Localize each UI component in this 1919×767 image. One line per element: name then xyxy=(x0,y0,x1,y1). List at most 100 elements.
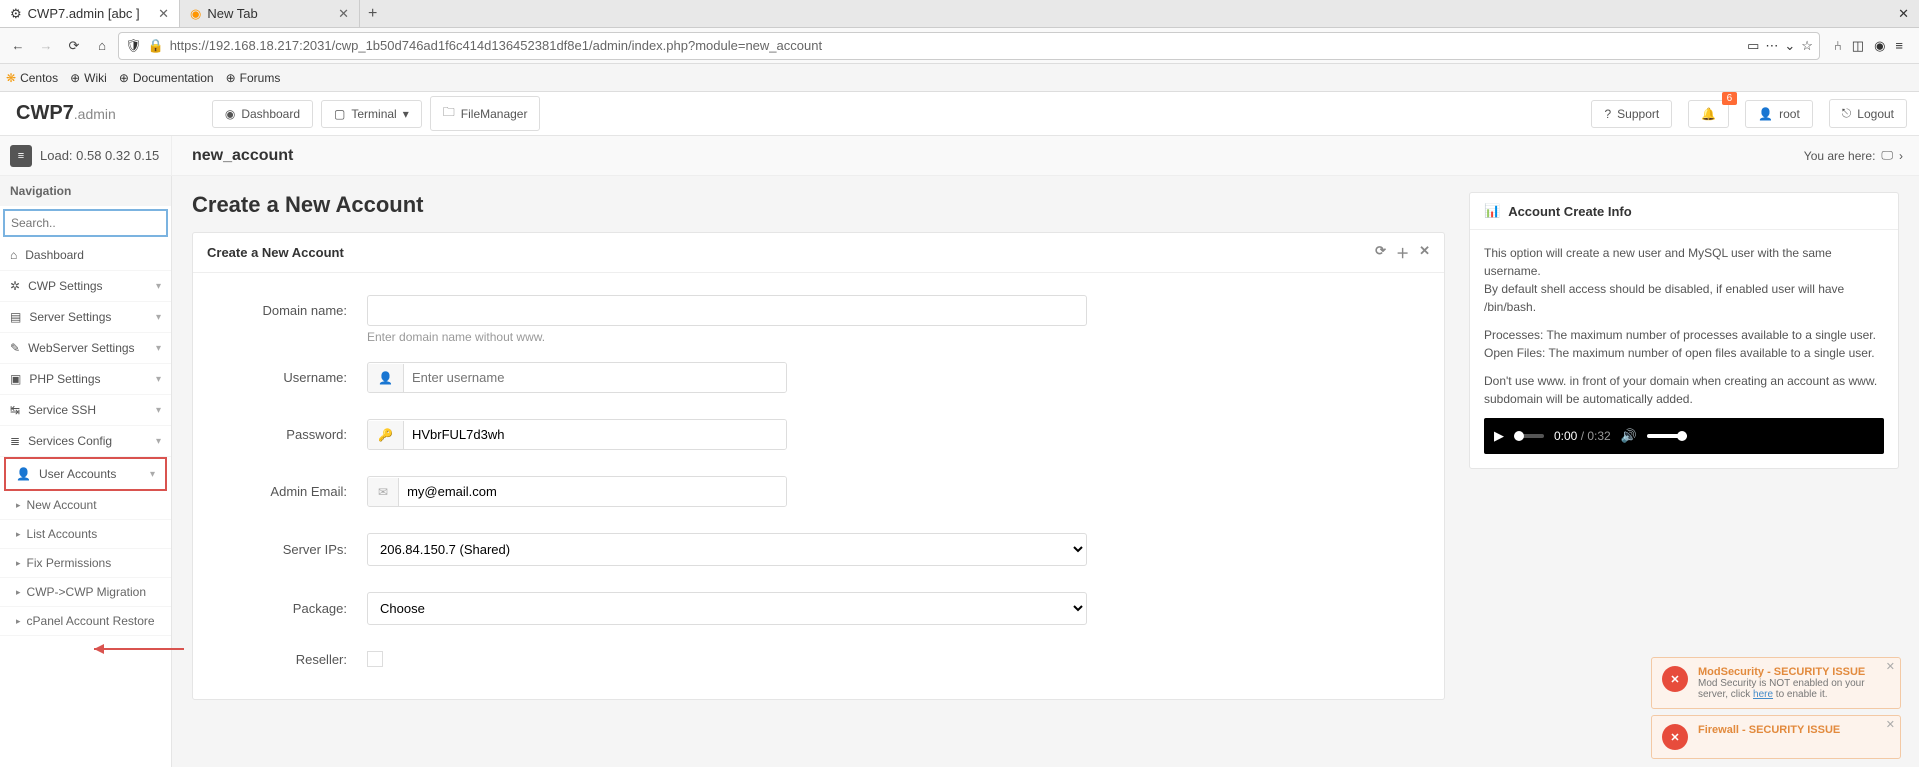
nav-header: Navigation xyxy=(0,176,171,206)
sidebar-item-label: List Accounts xyxy=(27,527,98,541)
bookmark-centos[interactable]: ❋ Centos xyxy=(6,71,58,85)
sidebar-item-services-config[interactable]: ≣ Services Config ▾ xyxy=(0,426,171,457)
sidebar-item-label: CWP Settings xyxy=(28,279,102,293)
tab-label: CWP7.admin [abc ] xyxy=(28,6,140,21)
bookmark-label: Wiki xyxy=(84,71,107,85)
reload-button[interactable]: ⟳ xyxy=(62,34,86,58)
logout-button[interactable]: ⎋ Logout xyxy=(1829,99,1907,128)
close-icon[interactable]: ✕ xyxy=(158,6,169,22)
sidebar-sub-cwp-migration[interactable]: ▸ CWP->CWP Migration xyxy=(0,578,171,607)
username-input[interactable] xyxy=(404,363,786,392)
sidebar-item-label: cPanel Account Restore xyxy=(27,614,155,628)
new-tab-button[interactable]: + xyxy=(360,5,385,23)
server-ips-select[interactable]: 206.84.150.7 (Shared) xyxy=(367,533,1087,566)
sidebar-icon[interactable]: ◫ xyxy=(1852,38,1864,54)
volume-track[interactable] xyxy=(1647,434,1687,438)
domain-help: Enter domain name without www. xyxy=(367,330,1430,354)
refresh-icon[interactable]: ⟳ xyxy=(1375,243,1386,262)
info-text: This option will create a new user and M… xyxy=(1484,246,1832,278)
admin-email-input[interactable] xyxy=(399,477,786,506)
info-text: Processes: The maximum number of process… xyxy=(1484,328,1876,342)
sidebar-item-php-settings[interactable]: ▣ PHP Settings ▾ xyxy=(0,364,171,395)
envelope-icon: ✉ xyxy=(368,478,399,506)
toolbar-right-icons: ⑃ ◫ ◉ ≡ xyxy=(1824,38,1913,54)
reseller-label: Reseller: xyxy=(207,652,367,667)
forward-button[interactable]: → xyxy=(34,34,58,58)
chart-icon: 📊 xyxy=(1484,203,1500,219)
close-window-icon[interactable]: ✕ xyxy=(1888,6,1919,22)
sidebar-sub-list-accounts[interactable]: ▸ List Accounts xyxy=(0,520,171,549)
sidebar-item-label: Service SSH xyxy=(28,403,96,417)
monitor-icon[interactable]: 🖵 xyxy=(1881,148,1893,163)
sidebar-item-webserver-settings[interactable]: ✎ WebServer Settings ▾ xyxy=(0,333,171,364)
bookmark-wiki[interactable]: ⊕ Wiki xyxy=(70,71,107,85)
info-text: Don't use www. in front of your domain w… xyxy=(1484,372,1884,408)
button-label: Logout xyxy=(1857,107,1894,121)
home-button[interactable]: ⌂ xyxy=(90,34,114,58)
hamburger-icon[interactable]: ≡ xyxy=(1895,38,1903,54)
globe-icon: ⊕ xyxy=(226,71,236,85)
audio-track[interactable] xyxy=(1514,434,1544,438)
bookmark-star-icon[interactable]: ☆ xyxy=(1801,38,1813,54)
server-icon: ▤ xyxy=(10,310,21,324)
filemanager-button[interactable]: 🗀 FileManager xyxy=(430,96,541,131)
browser-tab-strip: ⚙ CWP7.admin [abc ] ✕ ◉ New Tab ✕ + ✕ xyxy=(0,0,1919,28)
sidebar-item-service-ssh[interactable]: ↹ Service SSH ▾ xyxy=(0,395,171,426)
close-icon[interactable]: ✕ xyxy=(1886,660,1895,673)
chevron-down-icon: ▾ xyxy=(403,107,409,121)
search-input[interactable] xyxy=(3,209,168,237)
more-icon[interactable]: ⋯ xyxy=(1765,38,1778,54)
volume-icon[interactable]: 🔊 xyxy=(1621,428,1637,444)
audio-player[interactable]: ▶ 0:00 / 0:32 🔊 xyxy=(1484,418,1884,454)
sidebar-item-label: Fix Permissions xyxy=(27,556,112,570)
url-bar[interactable]: 🛡 🔒 https://192.168.18.217:2031/cwp_1b50… xyxy=(118,32,1820,60)
sidebar-item-label: Dashboard xyxy=(25,248,84,262)
toast-title: ModSecurity - SECURITY ISSUE xyxy=(1698,666,1890,678)
info-panel: 📊 Account Create Info This option will c… xyxy=(1469,192,1899,469)
config-icon: ≣ xyxy=(10,434,20,448)
sidebar-item-label: WebServer Settings xyxy=(28,341,135,355)
sidebar-item-server-settings[interactable]: ▤ Server Settings ▾ xyxy=(0,302,171,333)
toast-firewall: ✕ Firewall - SECURITY ISSUE ✕ xyxy=(1651,715,1901,759)
error-icon: ✕ xyxy=(1662,666,1688,692)
sidebar-item-dashboard[interactable]: ⌂ Dashboard xyxy=(0,240,171,271)
chevron-down-icon: ▾ xyxy=(156,436,161,447)
bookmark-docs[interactable]: ⊕ Documentation xyxy=(119,71,214,85)
reseller-checkbox[interactable] xyxy=(367,651,383,667)
browser-tab-new[interactable]: ◉ New Tab ✕ xyxy=(180,0,360,27)
breadcrumb-label: You are here: xyxy=(1804,149,1876,163)
support-button[interactable]: ? Support xyxy=(1591,100,1672,128)
play-icon[interactable]: ▶ xyxy=(1494,428,1504,444)
bookmark-forums[interactable]: ⊕ Forums xyxy=(226,71,281,85)
sidebar-sub-fix-permissions[interactable]: ▸ Fix Permissions xyxy=(0,549,171,578)
dashboard-button[interactable]: ◉ Dashboard xyxy=(212,100,313,128)
button-label: FileManager xyxy=(461,107,528,121)
sidebar-item-label: PHP Settings xyxy=(29,372,100,386)
sidebar-sub-cpanel-restore[interactable]: ▸ cPanel Account Restore xyxy=(0,607,171,636)
plus-icon[interactable]: ＋ xyxy=(1396,243,1409,262)
page-title: Create a New Account xyxy=(192,192,1445,218)
extensions-icon[interactable]: ◉ xyxy=(1874,38,1885,54)
sidebar-search[interactable] xyxy=(3,209,168,237)
close-icon[interactable]: ✕ xyxy=(1419,243,1430,262)
close-icon[interactable]: ✕ xyxy=(1886,718,1895,731)
bell-icon: 🔔 xyxy=(1701,107,1716,121)
back-button[interactable]: ← xyxy=(6,34,30,58)
terminal-button[interactable]: ▢ Terminal ▾ xyxy=(321,100,422,128)
panel-title: Create a New Account xyxy=(207,245,344,260)
package-select[interactable]: Choose xyxy=(367,592,1087,625)
password-input[interactable] xyxy=(404,420,786,449)
toast-link[interactable]: here xyxy=(1753,689,1773,700)
save-pocket-icon[interactable]: ⌄ xyxy=(1784,38,1795,54)
reader-icon[interactable]: ▭ xyxy=(1747,38,1759,54)
close-icon[interactable]: ✕ xyxy=(338,6,349,22)
sidebar-item-user-accounts[interactable]: 👤 User Accounts ▾ xyxy=(4,457,167,491)
domain-input[interactable] xyxy=(367,295,1087,326)
package-label: Package: xyxy=(207,601,367,616)
help-icon: ? xyxy=(1604,107,1611,121)
library-icon[interactable]: ⑃ xyxy=(1834,38,1842,54)
sidebar-sub-new-account[interactable]: ▸ New Account xyxy=(0,491,171,520)
user-button[interactable]: 👤 root xyxy=(1745,100,1813,128)
sidebar-item-cwp-settings[interactable]: ✲ CWP Settings ▾ xyxy=(0,271,171,302)
browser-tab-cwp[interactable]: ⚙ CWP7.admin [abc ] ✕ xyxy=(0,0,180,27)
